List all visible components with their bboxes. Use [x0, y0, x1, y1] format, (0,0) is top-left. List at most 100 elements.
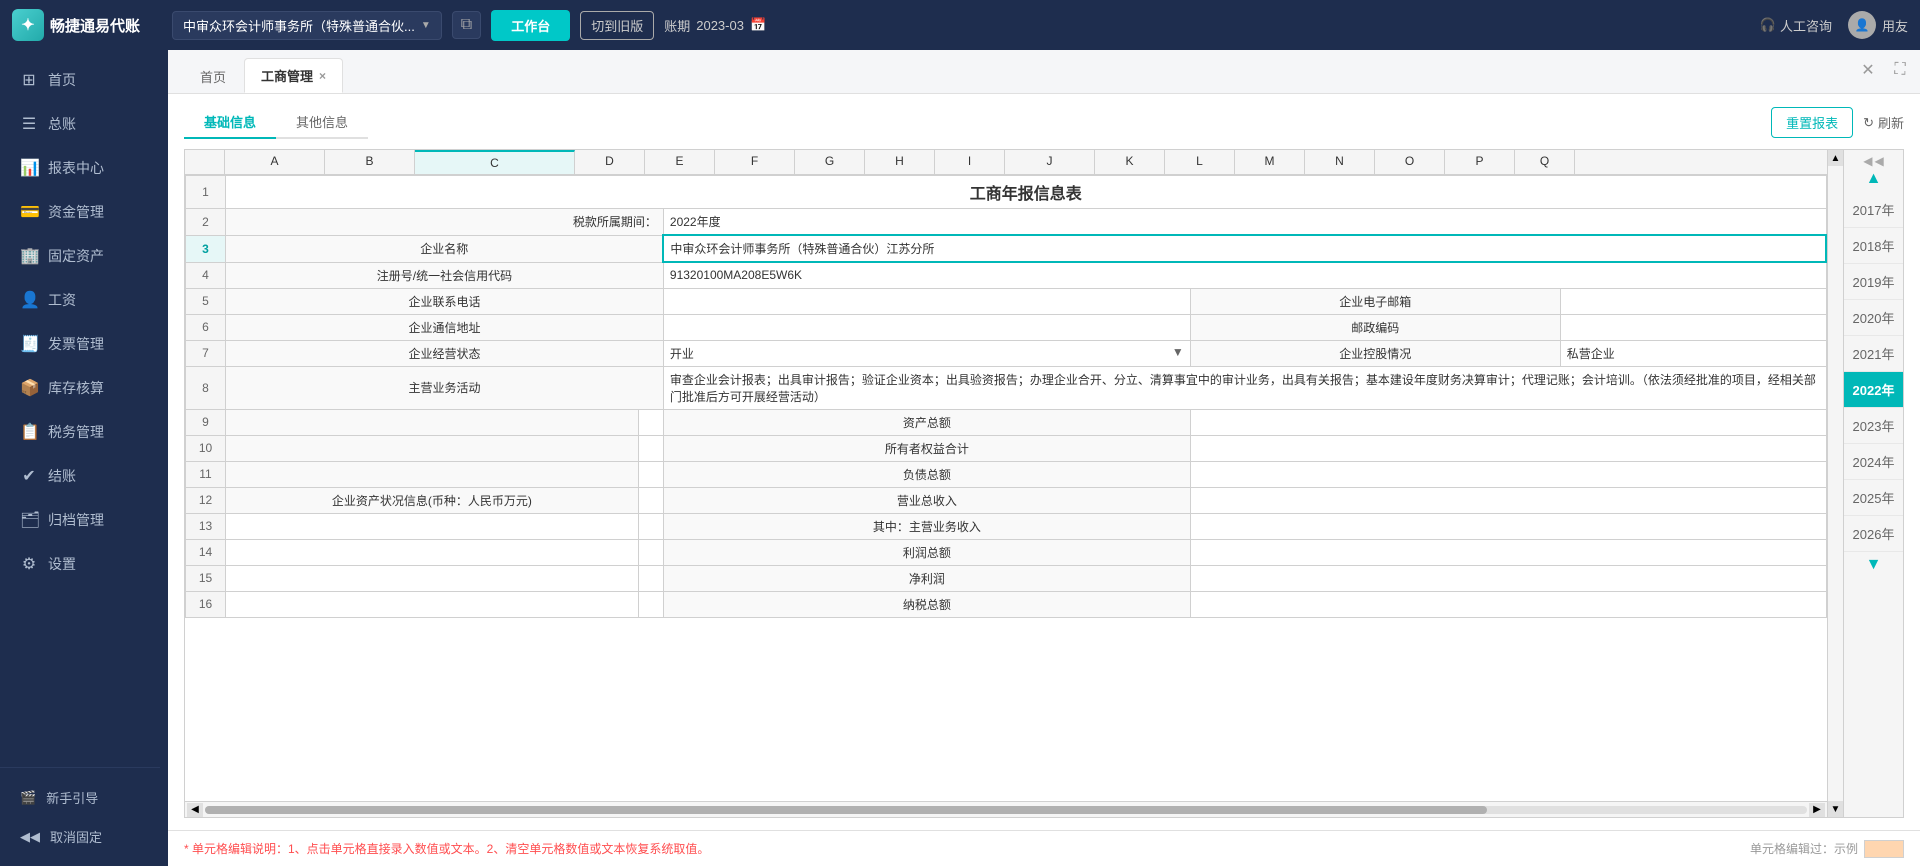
sidebar-item-inventory[interactable]: 📦 库存核算 [0, 366, 168, 410]
table-row: 15 净利润 [186, 565, 1827, 591]
app-title: 畅捷通易代账 [50, 15, 140, 36]
cell-reg-value[interactable]: 91320100MA208E5W6K [663, 262, 1826, 288]
tab-close-icon[interactable]: × [319, 69, 326, 83]
sidebar-item-settings[interactable]: ⚙ 设置 [0, 542, 168, 586]
cell-liab-value[interactable] [1190, 461, 1826, 487]
year-item-2023[interactable]: 2023年 [1844, 408, 1903, 444]
spreadsheet-wrapper: A B C D E F G H I J K L M N O [184, 149, 1904, 818]
cell-equity-value[interactable] [1190, 435, 1826, 461]
close-window-button[interactable]: ✕ [1856, 58, 1880, 82]
year-item-2019[interactable]: 2019年 [1844, 264, 1903, 300]
sidebar-item-reports[interactable]: 📊 报表中心 [0, 146, 168, 190]
sidebar-item-tax[interactable]: 📋 税务管理 [0, 410, 168, 454]
workbench-button[interactable]: 工作台 [491, 10, 570, 41]
old-version-button[interactable]: 切到旧版 [580, 11, 654, 40]
cell-title[interactable]: 工商年报信息表 [226, 176, 1827, 209]
expand-window-button[interactable]: ⛶ [1888, 58, 1912, 82]
table-row: 9 资产总额 [186, 409, 1827, 435]
year-item-2018[interactable]: 2018年 [1844, 228, 1903, 264]
cell-company-value[interactable]: 中审众环会计师事务所（特殊普通合伙）江苏分所 [663, 235, 1826, 262]
cell-activity-value[interactable]: 审查企业会计报表；出具审计报告；验证企业资本；出具验资报告；办理企业合开、分立、… [663, 366, 1826, 409]
year-scroll-up-btn[interactable]: ▲ [1866, 170, 1882, 188]
year-item-2026[interactable]: 2026年 [1844, 516, 1903, 552]
cell-status-value[interactable]: 开业 ▼ [663, 340, 1190, 366]
calendar-icon[interactable]: 📅 [750, 17, 766, 33]
sidebar-item-payroll[interactable]: 👤 工资 [0, 278, 168, 322]
col-header-q: Q [1515, 150, 1575, 174]
hscroll-right-arrow[interactable]: ▶ [1809, 803, 1825, 817]
sidebar-item-archive[interactable]: 🗂 归档管理 [0, 498, 168, 542]
vscroll-up-arrow[interactable]: ▲ [1828, 150, 1844, 166]
cell-fin-b9 [638, 409, 663, 435]
year-item-2020[interactable]: 2020年 [1844, 300, 1903, 336]
period-label: 账期 [664, 16, 690, 35]
user-menu[interactable]: 👤 用友 [1848, 11, 1908, 39]
cell-ownership-value[interactable]: 私营企业 [1560, 340, 1826, 366]
table-row: 10 所有者权益合计 [186, 435, 1827, 461]
topbar: ✦ 畅捷通易代账 中审众环会计师事务所（特殊普通合伙... ▼ ⧉ 工作台 切到… [0, 0, 1920, 50]
sub-tab-basic[interactable]: 基础信息 [184, 106, 276, 139]
cell-email-value[interactable] [1560, 288, 1826, 314]
tab-business-admin[interactable]: 工商管理 × [244, 58, 343, 93]
horizontal-scrollbar[interactable]: ◀ ▶ [185, 801, 1827, 817]
hscroll-track[interactable] [205, 806, 1807, 814]
home-icon: ⊞ [20, 70, 38, 90]
cell-netprofit-value[interactable] [1190, 565, 1826, 591]
copy-company-button[interactable]: ⧉ [452, 11, 481, 39]
cell-fin-b15 [638, 565, 663, 591]
statusbar: * 单元格编辑说明：1、点击单元格直接录入数值或文本。2、清空单元格数值或文本恢… [168, 830, 1920, 866]
reset-report-button[interactable]: 重置报表 [1771, 107, 1853, 138]
sidebar-item-guide[interactable]: 🎬 新手引导 [0, 778, 168, 817]
sidebar-item-close[interactable]: ✔ 结账 [0, 454, 168, 498]
company-name: 中审众环会计师事务所（特殊普通合伙... [183, 16, 415, 35]
vscroll-down-arrow[interactable]: ▼ [1828, 801, 1844, 817]
col-header-a: A [225, 150, 325, 174]
cell-postal-value[interactable] [1560, 314, 1826, 340]
sub-tab-other[interactable]: 其他信息 [276, 106, 368, 139]
period-display: 账期 2023-03 📅 [664, 16, 766, 35]
cell-assets-value[interactable] [1190, 409, 1826, 435]
panel-actions: 重置报表 ↻ 刷新 [1771, 107, 1904, 138]
cell-profit-value[interactable] [1190, 539, 1826, 565]
sidebar-item-invoice[interactable]: 🧾 发票管理 [0, 322, 168, 366]
sidebar-resize-handle[interactable] [160, 50, 168, 866]
window-controls: ✕ ⛶ [1848, 58, 1920, 82]
vertical-scrollbar[interactable]: ▲ ▼ [1827, 150, 1843, 817]
year-collapse-controls: ◀ ◀ ▲ [1844, 150, 1903, 192]
sidebar-label-archive: 归档管理 [48, 510, 104, 530]
sidebar-item-home[interactable]: ⊞ 首页 [0, 58, 168, 102]
cell-rev-value[interactable] [1190, 487, 1826, 513]
year-item-2021[interactable]: 2021年 [1844, 336, 1903, 372]
hscroll-left-arrow[interactable]: ◀ [187, 803, 203, 817]
guide-icon: 🎬 [20, 790, 36, 806]
status-example: 单元格编辑过：示例 [1750, 840, 1904, 858]
year-item-2024[interactable]: 2024年 [1844, 444, 1903, 480]
tab-business-label: 工商管理 [261, 66, 313, 85]
sheet-main: A B C D E F G H I J K L M N O [185, 150, 1827, 817]
year-item-2022[interactable]: 2022年 [1844, 372, 1903, 408]
row-num-11: 11 [186, 461, 226, 487]
cell-addr-value[interactable] [663, 314, 1190, 340]
year-collapse-left[interactable]: ◀ [1863, 154, 1872, 168]
sidebar-item-fund[interactable]: 💳 资金管理 [0, 190, 168, 234]
year-item-2017[interactable]: 2017年 [1844, 192, 1903, 228]
service-btn[interactable]: 🎧 人工咨询 [1760, 16, 1832, 35]
sidebar-item-unpin[interactable]: ◀◀ 取消固定 [0, 817, 168, 856]
cell-phone-value[interactable] [663, 288, 1190, 314]
sidebar-item-assets[interactable]: 🏢 固定资产 [0, 234, 168, 278]
column-headers: A B C D E F G H I J K L M N O [185, 150, 1827, 175]
year-scroll-down-btn[interactable]: ▼ [1866, 552, 1882, 578]
vscroll-track[interactable] [1834, 166, 1838, 801]
sidebar-item-ledger[interactable]: ☰ 总账 [0, 102, 168, 146]
cell-mainrev-value[interactable] [1190, 513, 1826, 539]
cell-tax-value[interactable] [1190, 591, 1826, 617]
year-item-2025[interactable]: 2025年 [1844, 480, 1903, 516]
cell-period-value[interactable]: 2022年度 [663, 209, 1826, 236]
sidebar: ⊞ 首页 ☰ 总账 📊 报表中心 💳 资金管理 🏢 固定资产 👤 工资 [0, 50, 168, 866]
year-collapse-right[interactable]: ◀ [1875, 154, 1884, 168]
sheet-body[interactable]: 1 工商年报信息表 2 税款所属期间： 2022年度 3 [185, 175, 1827, 801]
tab-home[interactable]: 首页 [184, 60, 242, 93]
cell-fin-group-label-9 [226, 409, 639, 435]
company-selector[interactable]: 中审众环会计师事务所（特殊普通合伙... ▼ [172, 11, 442, 40]
refresh-button[interactable]: ↻ 刷新 [1863, 113, 1904, 132]
